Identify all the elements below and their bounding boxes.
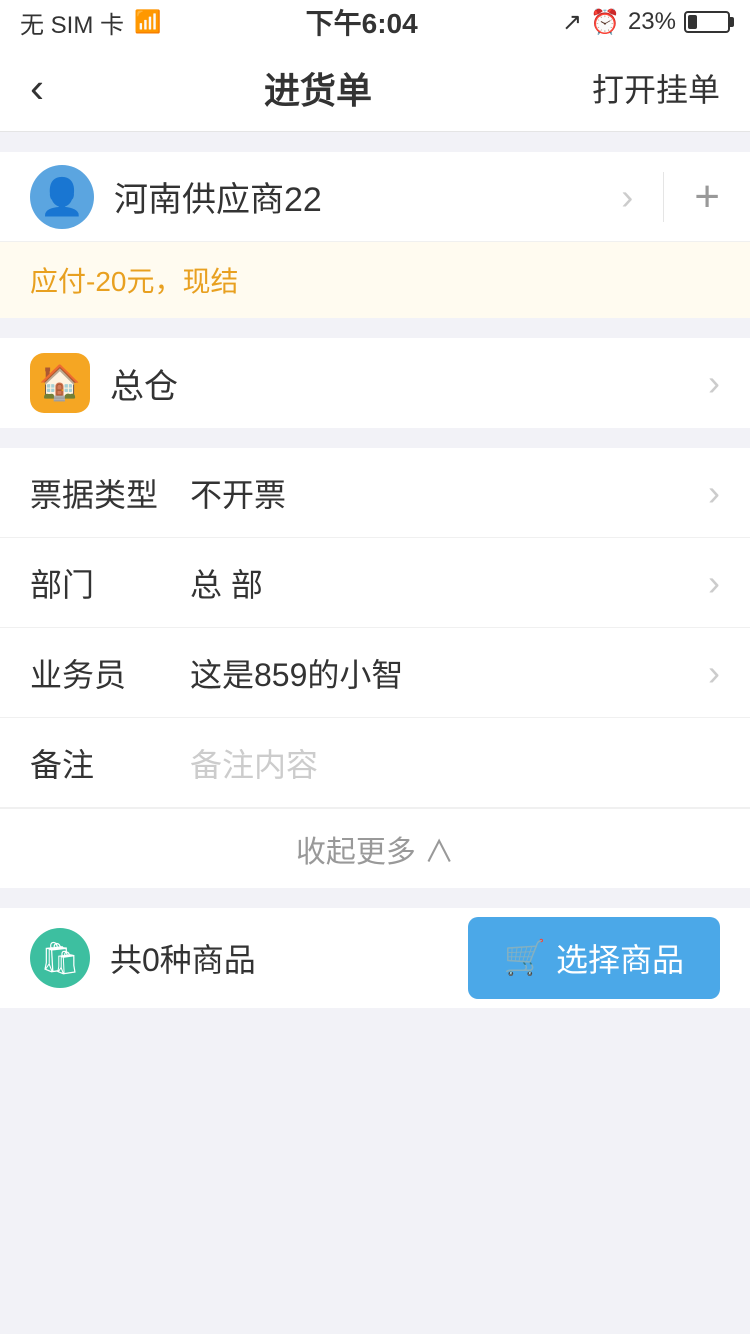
avatar-icon: 👤: [40, 176, 85, 218]
supplier-vertical-divider: [663, 172, 664, 222]
warehouse-chevron-icon: ›: [708, 362, 720, 404]
select-goods-label: 选择商品: [556, 935, 684, 981]
add-supplier-button[interactable]: +: [694, 172, 720, 222]
notice-text: 应付-20元，现结: [30, 266, 238, 297]
product-count-icon: 🛍: [40, 939, 81, 977]
divider-1: [0, 318, 750, 338]
warehouse-row[interactable]: 🏠 总仓 ›: [0, 338, 750, 428]
field-value-department: 总 部: [190, 560, 708, 606]
field-row-department[interactable]: 部门 总 部 ›: [0, 538, 750, 628]
bottom-bar: 🛍 共0种商品 🛒 选择商品: [0, 908, 750, 1008]
wifi-icon: 📶: [134, 9, 161, 35]
collapse-label: 收起更多 ∧: [296, 827, 454, 871]
field-chevron-salesperson: ›: [708, 652, 720, 694]
notice-banner: 应付-20元，现结: [0, 242, 750, 318]
location-icon: ↗: [562, 8, 582, 37]
warehouse-icon: 🏠: [39, 363, 81, 403]
status-bar: 无 SIM 卡 📶 下午6:04 ↗ ⏰ 23%: [0, 0, 750, 44]
collapse-button[interactable]: 收起更多 ∧: [0, 808, 750, 888]
alarm-icon: ⏰: [590, 8, 620, 37]
status-right: ↗ ⏰ 23%: [562, 8, 730, 37]
supplier-chevron-icon: ›: [621, 176, 633, 218]
battery-bar: [684, 11, 730, 33]
supplier-row[interactable]: 👤 河南供应商22 › +: [0, 152, 750, 242]
field-value-invoice-type: 不开票: [190, 470, 708, 516]
field-chevron-department: ›: [708, 562, 720, 604]
top-divider: [0, 132, 750, 152]
field-row-salesperson[interactable]: 业务员 这是859的小智 ›: [0, 628, 750, 718]
product-count-icon-bg: 🛍: [30, 928, 90, 988]
empty-content-area: [0, 1008, 750, 1308]
supplier-avatar: 👤: [30, 165, 94, 229]
product-count-text: 共0种商品: [110, 935, 468, 981]
field-row-remark[interactable]: 备注 备注内容: [0, 718, 750, 808]
status-left: 无 SIM 卡 📶: [20, 5, 161, 40]
warehouse-name: 总仓: [110, 359, 708, 408]
field-chevron-invoice-type: ›: [708, 472, 720, 514]
supplier-name: 河南供应商22: [114, 172, 621, 221]
field-value-remark[interactable]: 备注内容: [190, 740, 720, 786]
open-hang-bill-button[interactable]: 打开挂单: [592, 65, 720, 111]
fields-section: 票据类型 不开票 › 部门 总 部 › 业务员 这是859的小智 › 备注 备注…: [0, 448, 750, 888]
carrier-text: 无 SIM 卡: [20, 5, 124, 40]
select-goods-icon: 🛒: [504, 938, 546, 978]
field-label-invoice-type: 票据类型: [30, 470, 190, 516]
battery-percent: 23%: [628, 8, 676, 36]
select-goods-button[interactable]: 🛒 选择商品: [468, 917, 720, 999]
nav-bar: ‹ 进货单 打开挂单: [0, 44, 750, 132]
supplier-section: 👤 河南供应商22 › + 应付-20元，现结: [0, 152, 750, 318]
back-button[interactable]: ‹: [30, 67, 44, 109]
status-time: 下午6:04: [306, 2, 418, 42]
field-label-salesperson: 业务员: [30, 650, 190, 696]
page-title: 进货单: [264, 62, 372, 114]
field-value-salesperson: 这是859的小智: [190, 650, 708, 696]
field-row-invoice-type[interactable]: 票据类型 不开票 ›: [0, 448, 750, 538]
field-label-remark: 备注: [30, 740, 190, 786]
field-label-department: 部门: [30, 560, 190, 606]
warehouse-icon-bg: 🏠: [30, 353, 90, 413]
